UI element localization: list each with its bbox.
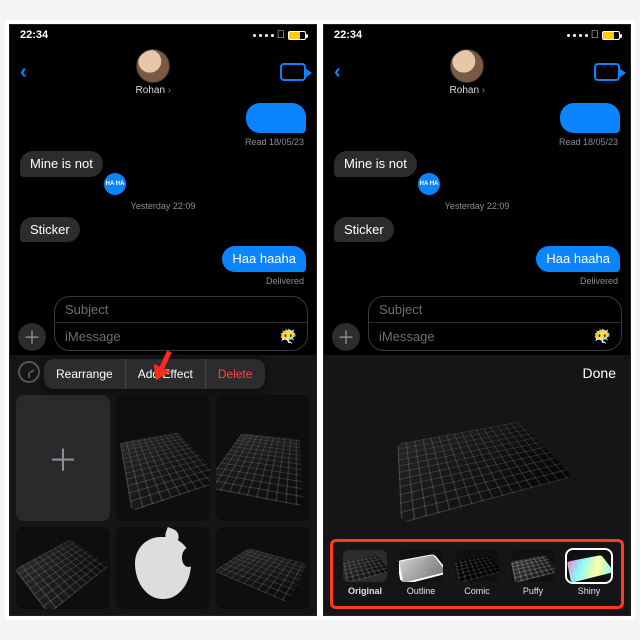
incoming-bubble[interactable]: Sticker bbox=[20, 217, 80, 243]
contact-button[interactable]: Rohan bbox=[450, 49, 486, 96]
screenshot-pair: 22:34 􀙇 ‹ Rohan Read 18/05/23 Mine is no… bbox=[5, 20, 635, 620]
status-time: 22:34 bbox=[334, 29, 362, 41]
sticker-tile[interactable] bbox=[16, 527, 110, 609]
haha-reaction-sticker[interactable]: HA HA bbox=[104, 173, 126, 195]
effect-label: Outline bbox=[407, 586, 436, 596]
outgoing-bubble-blank[interactable] bbox=[246, 103, 306, 133]
sticker-tile[interactable] bbox=[216, 395, 310, 521]
outgoing-bubble-blank[interactable] bbox=[560, 103, 620, 133]
status-time: 22:34 bbox=[20, 29, 48, 41]
subject-field[interactable]: Subject bbox=[369, 297, 621, 322]
recents-icon[interactable] bbox=[18, 361, 40, 383]
read-receipt: Read 18/05/23 bbox=[559, 137, 620, 147]
facetime-button[interactable] bbox=[594, 63, 620, 81]
battery-icon bbox=[602, 31, 620, 40]
back-button[interactable]: ‹ bbox=[334, 61, 341, 84]
sticker-preview-image bbox=[397, 421, 572, 523]
effects-drawer: Done Original Outline Comic bbox=[324, 355, 630, 615]
contact-name: Rohan bbox=[450, 85, 486, 96]
compose-fields: Subject iMessage 😶‍🌫️ bbox=[54, 296, 308, 351]
effect-label: Puffy bbox=[523, 586, 543, 596]
dictation-icon[interactable]: 😶‍🌫️ bbox=[280, 328, 297, 345]
effect-label: Original bbox=[348, 586, 382, 596]
contact-button[interactable]: Rohan bbox=[136, 49, 172, 96]
outgoing-bubble[interactable]: Haa haaha bbox=[536, 246, 620, 272]
sticker-drawer: Rearrange Add Effect Delete ＋ bbox=[10, 355, 316, 615]
avatar bbox=[450, 49, 484, 83]
done-button[interactable]: Done bbox=[583, 365, 616, 381]
effects-bar-highlight: Original Outline Comic Puffy Shiny bbox=[330, 539, 624, 609]
sticker-tile[interactable] bbox=[116, 527, 210, 609]
apps-plus-button[interactable]: ＋ bbox=[18, 323, 46, 351]
menu-rearrange[interactable]: Rearrange bbox=[44, 359, 125, 389]
message-field[interactable]: iMessage 😶‍🌫️ bbox=[369, 322, 621, 350]
sticker-tile[interactable] bbox=[116, 395, 210, 521]
incoming-bubble[interactable]: Sticker bbox=[334, 217, 394, 243]
effect-outline[interactable]: Outline bbox=[395, 550, 447, 596]
message-placeholder: iMessage bbox=[379, 329, 435, 344]
timestamp-divider: Yesterday 22:09 bbox=[445, 201, 510, 211]
battery-icon bbox=[288, 31, 306, 40]
status-icons: 􀙇 bbox=[567, 29, 620, 41]
effect-comic[interactable]: Comic bbox=[451, 550, 503, 596]
conversation-header: ‹ Rohan bbox=[10, 45, 316, 99]
sticker-grid[interactable]: ＋ bbox=[10, 389, 316, 615]
outgoing-bubble[interactable]: Haa haaha bbox=[222, 246, 306, 272]
effect-shiny[interactable]: Shiny bbox=[563, 550, 615, 596]
subject-field[interactable]: Subject bbox=[55, 297, 307, 322]
apps-plus-button[interactable]: ＋ bbox=[332, 323, 360, 351]
subject-placeholder: Subject bbox=[65, 302, 108, 317]
delivered-label: Delivered bbox=[266, 276, 306, 286]
effect-label: Comic bbox=[464, 586, 490, 596]
conversation-header: ‹ Rohan bbox=[324, 45, 630, 99]
status-bar: 22:34 􀙇 bbox=[324, 25, 630, 45]
effect-puffy[interactable]: Puffy bbox=[507, 550, 559, 596]
dictation-icon[interactable]: 😶‍🌫️ bbox=[594, 328, 611, 345]
message-field[interactable]: iMessage 😶‍🌫️ bbox=[55, 322, 307, 350]
phone-right: 22:34 􀙇 ‹ Rohan Read 18/05/23 Mine is no… bbox=[323, 24, 631, 616]
status-icons: 􀙇 bbox=[253, 29, 306, 41]
add-sticker-tile[interactable]: ＋ bbox=[16, 395, 110, 521]
status-bar: 22:34 􀙇 bbox=[10, 25, 316, 45]
incoming-bubble[interactable]: Mine is not bbox=[20, 151, 103, 177]
phone-left: 22:34 􀙇 ‹ Rohan Read 18/05/23 Mine is no… bbox=[9, 24, 317, 616]
annotation-arrow bbox=[156, 349, 161, 375]
compose-fields: Subject iMessage 😶‍🌫️ bbox=[368, 296, 622, 351]
menu-delete[interactable]: Delete bbox=[205, 359, 265, 389]
contact-name: Rohan bbox=[136, 85, 172, 96]
message-placeholder: iMessage bbox=[65, 329, 121, 344]
sticker-preview[interactable] bbox=[324, 385, 630, 533]
timestamp-divider: Yesterday 22:09 bbox=[131, 201, 196, 211]
effect-original[interactable]: Original bbox=[339, 550, 391, 596]
sticker-tile[interactable] bbox=[216, 527, 310, 609]
conversation: Read 18/05/23 Mine is not HA HA Yesterda… bbox=[10, 99, 316, 292]
incoming-bubble[interactable]: Mine is not bbox=[334, 151, 417, 177]
back-button[interactable]: ‹ bbox=[20, 61, 27, 84]
compose-area: ＋ Subject iMessage 😶‍🌫️ bbox=[10, 292, 316, 355]
subject-placeholder: Subject bbox=[379, 302, 422, 317]
wifi-icon: 􀙇 bbox=[591, 29, 599, 41]
facetime-button[interactable] bbox=[280, 63, 306, 81]
haha-reaction-sticker[interactable]: HA HA bbox=[418, 173, 440, 195]
drawer-category-row: Rearrange Add Effect Delete bbox=[10, 355, 316, 389]
effect-label: Shiny bbox=[578, 586, 601, 596]
conversation: Read 18/05/23 Mine is not HA HA Yesterda… bbox=[324, 99, 630, 292]
wifi-icon: 􀙇 bbox=[277, 29, 285, 41]
avatar bbox=[136, 49, 170, 83]
read-receipt: Read 18/05/23 bbox=[245, 137, 306, 147]
delivered-label: Delivered bbox=[580, 276, 620, 286]
compose-area: ＋ Subject iMessage 😶‍🌫️ bbox=[324, 292, 630, 355]
